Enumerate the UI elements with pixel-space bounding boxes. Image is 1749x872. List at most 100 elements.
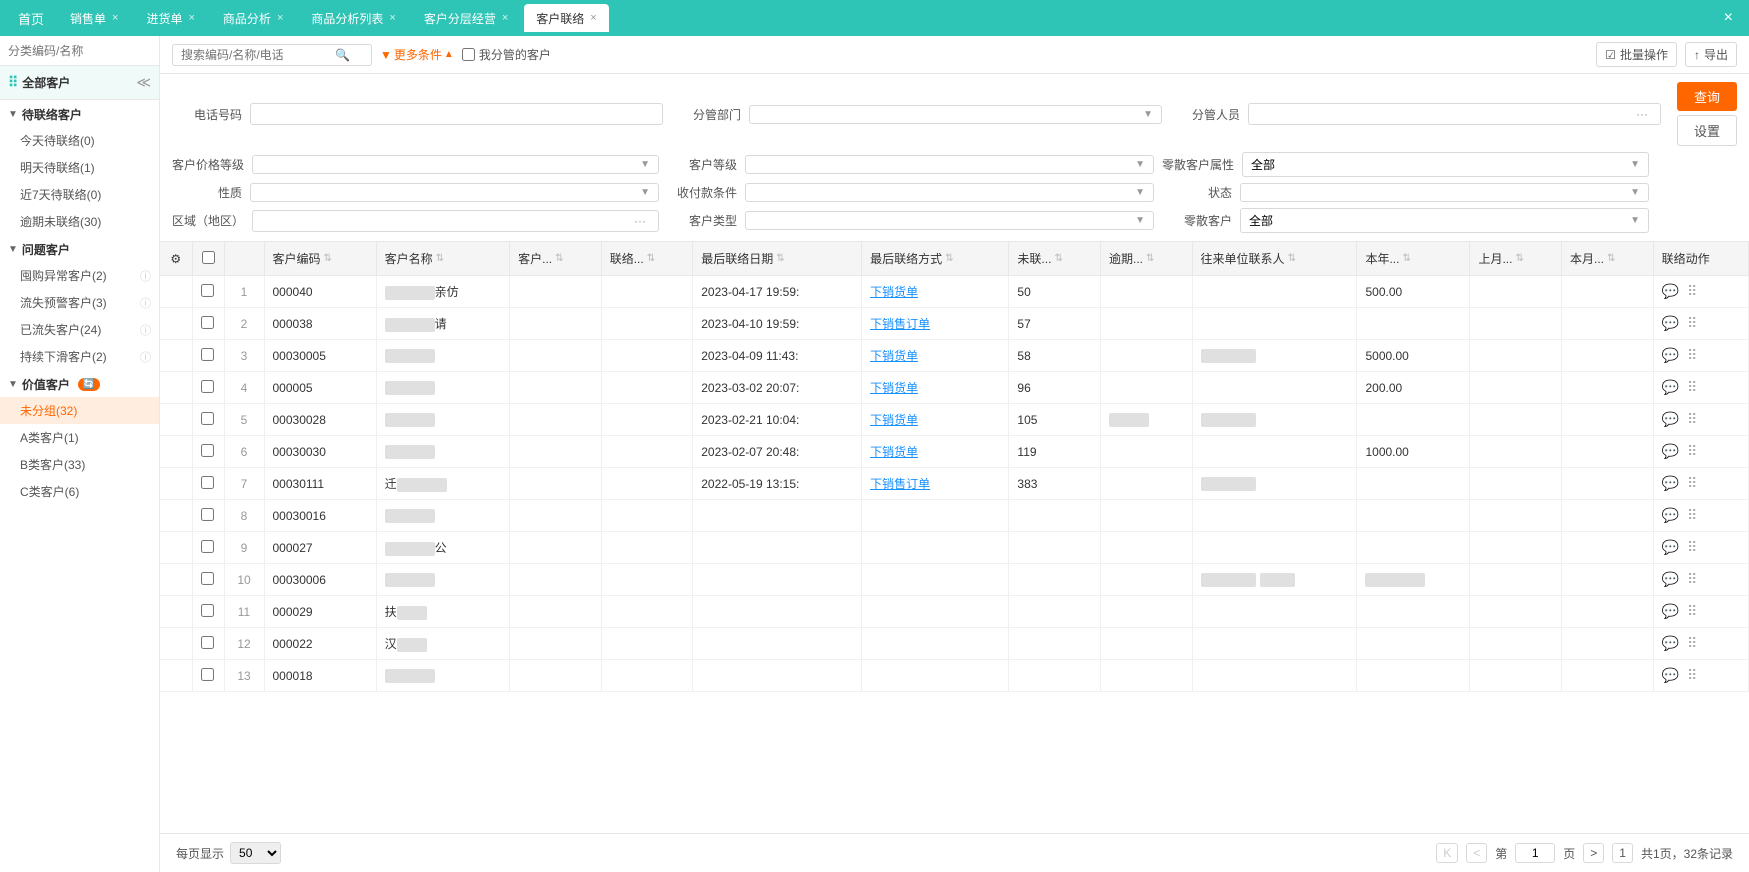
section-problem-customer[interactable]: ▼ 问题客户	[0, 235, 159, 262]
more-icon[interactable]: ⠿	[1687, 347, 1697, 364]
filter-scatter-select[interactable]: 全部 ▼	[1240, 208, 1649, 233]
th-last-way[interactable]: 最后联络方式 ⇅	[862, 242, 1009, 276]
filter-region-dots[interactable]: ···	[630, 214, 650, 228]
row-checkbox[interactable]	[201, 540, 214, 553]
nav-tab-purchase-close[interactable]: ×	[188, 12, 194, 24]
last-way-link[interactable]: 下销货单	[870, 445, 918, 459]
first-page-btn[interactable]: K	[1436, 843, 1458, 863]
last-way-link[interactable]: 下销货单	[870, 413, 918, 427]
row-checkbox[interactable]	[201, 444, 214, 457]
page-size-select[interactable]: 50 10 20 100	[230, 842, 281, 864]
th-settings[interactable]: ⚙	[160, 242, 192, 276]
sidebar-item-declining[interactable]: 持续下滑客户(2) ⓘ	[0, 343, 159, 370]
my-customers-check[interactable]: 我分管的客户	[462, 46, 551, 63]
more-icon[interactable]: ⠿	[1687, 411, 1697, 428]
export-btn[interactable]: ↑ 导出	[1685, 42, 1737, 67]
filter-payment-select[interactable]: ▼	[745, 183, 1154, 202]
sidebar-item-tomorrow[interactable]: 明天待联络(1)	[0, 154, 159, 181]
chat-icon[interactable]: 💬	[1662, 667, 1679, 684]
filter-cust-level-select[interactable]: ▼	[745, 155, 1154, 174]
chat-icon[interactable]: 💬	[1662, 635, 1679, 652]
sidebar-search-input[interactable]	[8, 44, 160, 58]
filter-person-dots[interactable]: ···	[1632, 107, 1652, 121]
filter-status-select[interactable]: ▼	[1240, 183, 1649, 202]
nav-tab-sales-close[interactable]: ×	[112, 12, 118, 24]
collapse-icon[interactable]: ≪	[136, 74, 151, 91]
sidebar-item-class-c[interactable]: C类客户(6)	[0, 478, 159, 505]
more-icon[interactable]: ⠿	[1687, 507, 1697, 524]
th-not-contact[interactable]: 未联... ⇅	[1009, 242, 1101, 276]
last-way-link[interactable]: 下销货单	[870, 349, 918, 363]
filter-price-level-select[interactable]: ▼	[252, 155, 659, 174]
nav-tab-purchase[interactable]: 进货单 ×	[134, 4, 206, 32]
my-customers-checkbox[interactable]	[462, 48, 475, 61]
chat-icon[interactable]: 💬	[1662, 283, 1679, 300]
sidebar-item-class-b[interactable]: B类客户(33)	[0, 451, 159, 478]
page-number-input[interactable]	[1515, 843, 1555, 863]
chat-icon[interactable]: 💬	[1662, 315, 1679, 332]
more-conditions-btn[interactable]: ▼ 更多条件 ▲	[380, 46, 454, 63]
filter-person-select[interactable]: ···	[1248, 103, 1661, 125]
last-page-btn[interactable]: 1	[1612, 843, 1633, 863]
filter-search-icon[interactable]: 🔍	[335, 48, 350, 62]
th-last-month[interactable]: 上月... ⇅	[1470, 242, 1562, 276]
row-checkbox[interactable]	[201, 636, 214, 649]
th-contact[interactable]: 联络... ⇅	[601, 242, 693, 276]
more-icon[interactable]: ⠿	[1687, 379, 1697, 396]
last-way-link[interactable]: 下销售订单	[870, 317, 930, 331]
row-checkbox[interactable]	[201, 284, 214, 297]
chat-icon[interactable]: 💬	[1662, 475, 1679, 492]
section-value-customer[interactable]: ▼ 价值客户 🔄	[0, 370, 159, 397]
th-last-date[interactable]: 最后联络日期 ⇅	[693, 242, 862, 276]
row-checkbox[interactable]	[201, 380, 214, 393]
reset-btn[interactable]: 设置	[1677, 115, 1737, 146]
next-page-btn[interactable]: >	[1583, 843, 1604, 863]
th-this-month[interactable]: 本月... ⇅	[1562, 242, 1654, 276]
row-checkbox[interactable]	[201, 572, 214, 585]
sidebar-item-class-a[interactable]: A类客户(1)	[0, 424, 159, 451]
row-checkbox[interactable]	[201, 316, 214, 329]
filter-region-select[interactable]: ···	[252, 210, 659, 232]
select-all-checkbox[interactable]	[202, 251, 215, 264]
nav-tab-analysis-close[interactable]: ×	[277, 12, 283, 24]
nav-tab-customer-contact-close[interactable]: ×	[590, 12, 596, 24]
more-icon[interactable]: ⠿	[1687, 443, 1697, 460]
nav-tab-customer-contact[interactable]: 客户联络 ×	[524, 4, 608, 32]
last-way-link[interactable]: 下销货单	[870, 381, 918, 395]
row-checkbox[interactable]	[201, 412, 214, 425]
chat-icon[interactable]: 💬	[1662, 443, 1679, 460]
chat-icon[interactable]: 💬	[1662, 411, 1679, 428]
filter-scatter-attr-select[interactable]: 全部 ▼	[1242, 152, 1649, 177]
section-pending-contact[interactable]: ▼ 待联络客户	[0, 100, 159, 127]
chat-icon[interactable]: 💬	[1662, 379, 1679, 396]
sidebar-item-abnormal[interactable]: 囤购异常客户(2) ⓘ	[0, 262, 159, 289]
more-icon[interactable]: ⠿	[1687, 603, 1697, 620]
th-overdue[interactable]: 逾期... ⇅	[1100, 242, 1192, 276]
more-icon[interactable]: ⠿	[1687, 475, 1697, 492]
row-checkbox[interactable]	[201, 348, 214, 361]
sidebar-item-churned[interactable]: 已流失客户(24) ⓘ	[0, 316, 159, 343]
more-icon[interactable]: ⠿	[1687, 635, 1697, 652]
more-icon[interactable]: ⠿	[1687, 571, 1697, 588]
th-code[interactable]: 客户编码 ⇅	[264, 242, 376, 276]
query-btn[interactable]: 查询	[1677, 82, 1737, 111]
nav-tab-customer-tier-close[interactable]: ×	[502, 12, 508, 24]
last-way-link[interactable]: 下销售订单	[870, 477, 930, 491]
sidebar-all-customers[interactable]: ⠿ 全部客户 ≪	[0, 66, 159, 100]
chat-icon[interactable]: 💬	[1662, 571, 1679, 588]
sidebar-item-ungroup[interactable]: 未分组(32)	[0, 397, 159, 424]
sidebar-item-churn-warn[interactable]: 流失预警客户(3) ⓘ	[0, 289, 159, 316]
more-icon[interactable]: ⠿	[1687, 315, 1697, 332]
nav-tab-analysis-list[interactable]: 商品分析列表 ×	[299, 4, 407, 32]
th-this-year[interactable]: 本年... ⇅	[1357, 242, 1470, 276]
sidebar-item-today[interactable]: 今天待联络(0)	[0, 127, 159, 154]
nav-tab-analysis-list-close[interactable]: ×	[389, 12, 395, 24]
chat-icon[interactable]: 💬	[1662, 539, 1679, 556]
batch-ops-btn[interactable]: ☑ 批量操作	[1596, 42, 1677, 67]
row-checkbox[interactable]	[201, 508, 214, 521]
row-checkbox[interactable]	[201, 476, 214, 489]
row-checkbox[interactable]	[201, 668, 214, 681]
sidebar-item-overdue[interactable]: 逾期未联络(30)	[0, 208, 159, 235]
filter-dept-select[interactable]: ▼	[749, 105, 1162, 124]
chat-icon[interactable]: 💬	[1662, 603, 1679, 620]
